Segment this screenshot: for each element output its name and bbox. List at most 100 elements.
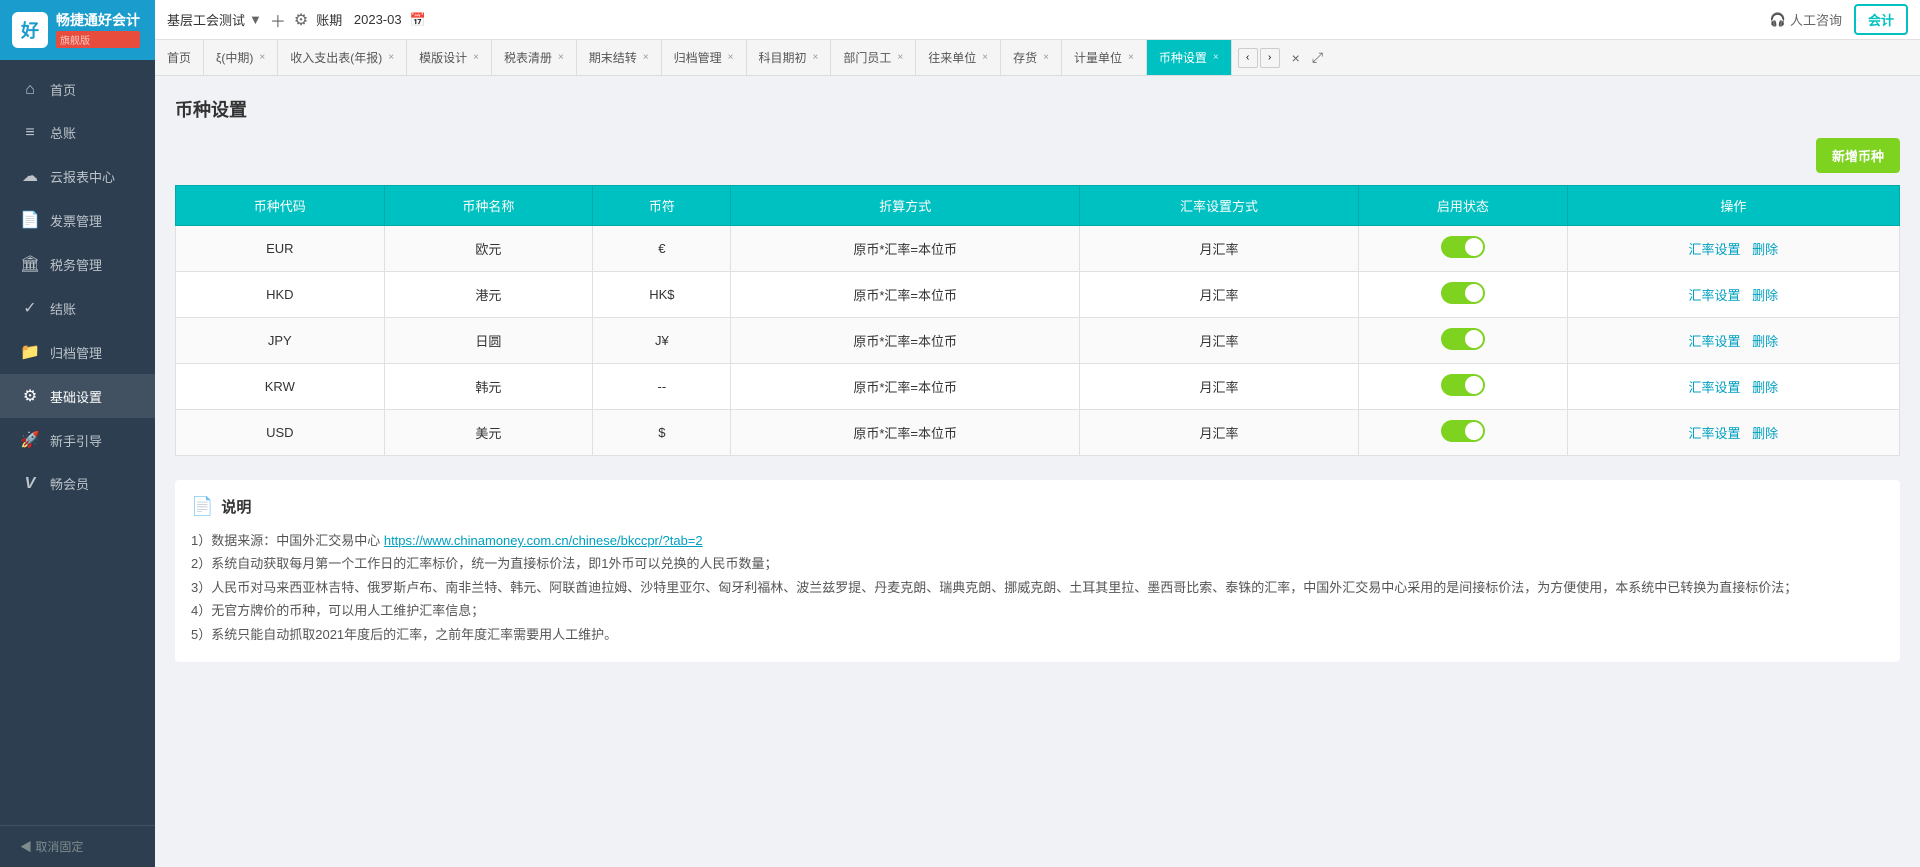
- add-currency-button[interactable]: 新增币种: [1816, 138, 1900, 173]
- tab-close-icon[interactable]: ×: [558, 52, 564, 63]
- cell-name: 美元: [384, 410, 593, 456]
- notes-item: 5）系统只能自动抓取2021年度后的汇率，之前年度汇率需要用人工维护。: [191, 623, 1884, 646]
- cell-code: USD: [176, 410, 385, 456]
- cell-actions: 汇率设置 删除: [1567, 410, 1899, 456]
- cell-rate-type: 月汇率: [1079, 272, 1358, 318]
- cell-method: 原币*汇率=本位币: [731, 318, 1080, 364]
- tab-label: 币种设置: [1159, 49, 1207, 66]
- col-header-status: 启用状态: [1359, 186, 1568, 226]
- workspace-dropdown-icon[interactable]: ▼: [249, 12, 262, 27]
- cell-actions: 汇率设置 删除: [1567, 318, 1899, 364]
- tab-label: 模版设计: [419, 49, 467, 66]
- sidebar-item-archive[interactable]: 📁 归档管理: [0, 330, 155, 374]
- tab-close-icon[interactable]: ×: [897, 52, 903, 63]
- workspace-settings-icon[interactable]: ⚙: [294, 10, 308, 30]
- cell-code: JPY: [176, 318, 385, 364]
- tab-close-icon[interactable]: ×: [473, 52, 479, 63]
- tab-unit[interactable]: 计量单位 ×: [1062, 40, 1147, 76]
- tab-close-icon[interactable]: ×: [728, 52, 734, 63]
- tab-period[interactable]: ξ(中期) ×: [204, 40, 278, 76]
- sidebar-item-home[interactable]: ⌂ 首页: [0, 68, 155, 111]
- cell-code: HKD: [176, 272, 385, 318]
- tab-close-icon[interactable]: ×: [259, 52, 265, 63]
- status-toggle[interactable]: [1441, 420, 1485, 442]
- cell-rate-type: 月汇率: [1079, 318, 1358, 364]
- status-toggle[interactable]: [1441, 282, 1485, 304]
- cell-method: 原币*汇率=本位币: [731, 410, 1080, 456]
- tab-dept[interactable]: 部门员工 ×: [831, 40, 916, 76]
- rate-setting-link[interactable]: 汇率设置: [1689, 426, 1741, 441]
- period-label: 账期: [316, 10, 342, 29]
- tab-close-icon[interactable]: ×: [982, 52, 988, 63]
- sidebar-item-label: 结账: [50, 299, 76, 318]
- period-value: 2023-03: [354, 12, 402, 27]
- rate-setting-link[interactable]: 汇率设置: [1689, 334, 1741, 349]
- sidebar-item-reports[interactable]: ☁ 云报表中心: [0, 154, 155, 198]
- sidebar-item-tax[interactable]: 🏛 税务管理: [0, 242, 155, 286]
- expand-button[interactable]: ⤢: [1306, 49, 1329, 66]
- period-calendar-icon[interactable]: 📅: [410, 12, 426, 28]
- tab-subjects[interactable]: 科目期初 ×: [747, 40, 832, 76]
- table-row: JPY 日圆 J¥ 原币*汇率=本位币 月汇率 汇率设置 删除: [176, 318, 1900, 364]
- tab-period-end[interactable]: 期末结转 ×: [577, 40, 662, 76]
- rate-setting-link[interactable]: 汇率设置: [1689, 380, 1741, 395]
- help-button[interactable]: 🎧 人工咨询: [1770, 10, 1842, 29]
- tab-label: 往来单位: [928, 49, 976, 66]
- tab-next-button[interactable]: ›: [1260, 48, 1280, 68]
- cell-name: 港元: [384, 272, 593, 318]
- status-toggle[interactable]: [1441, 236, 1485, 258]
- sidebar-footer-label: ◀ 取消固定: [20, 838, 83, 855]
- period-display: 账期 2023-03 📅: [316, 10, 426, 29]
- cell-name: 韩元: [384, 364, 593, 410]
- invoice-icon: 📄: [20, 210, 40, 230]
- tab-prev-button[interactable]: ‹: [1238, 48, 1258, 68]
- tab-template[interactable]: 模版设计 ×: [407, 40, 492, 76]
- sidebar-item-settle[interactable]: ✓ 结账: [0, 286, 155, 330]
- notes-title: 📄 说明: [191, 496, 1884, 517]
- tax-icon: 🏛: [20, 254, 40, 274]
- add-workspace-button[interactable]: ＋: [270, 8, 286, 32]
- tab-close-icon[interactable]: ×: [1043, 52, 1049, 63]
- ledger-icon: ≡: [20, 124, 40, 142]
- delete-link[interactable]: 删除: [1752, 334, 1778, 349]
- notes-item: 1）数据来源：中国外汇交易中心 https://www.chinamoney.c…: [191, 529, 1884, 552]
- tab-income[interactable]: 收入支出表(年报) ×: [278, 40, 407, 76]
- sidebar-item-settings[interactable]: ⚙ 基础设置: [0, 374, 155, 418]
- delete-link[interactable]: 删除: [1752, 380, 1778, 395]
- cell-actions: 汇率设置 删除: [1567, 272, 1899, 318]
- sidebar-item-guide[interactable]: 🚀 新手引导: [0, 418, 155, 462]
- rate-setting-link[interactable]: 汇率设置: [1689, 242, 1741, 257]
- tab-close-icon[interactable]: ×: [1213, 52, 1219, 63]
- tab-close-icon[interactable]: ×: [1128, 52, 1134, 63]
- page-title: 币种设置: [175, 96, 1900, 122]
- sidebar-item-invoice[interactable]: 📄 发票管理: [0, 198, 155, 242]
- delete-link[interactable]: 删除: [1752, 426, 1778, 441]
- tab-partners[interactable]: 往来单位 ×: [916, 40, 1001, 76]
- tab-archive[interactable]: 归档管理 ×: [662, 40, 747, 76]
- cell-symbol: --: [593, 364, 731, 410]
- sidebar-pin-toggle[interactable]: ◀ 取消固定: [0, 825, 155, 867]
- archive-icon: 📁: [20, 342, 40, 362]
- status-toggle[interactable]: [1441, 328, 1485, 350]
- cell-status: [1359, 272, 1568, 318]
- sidebar-item-ledger[interactable]: ≡ 总账: [0, 111, 155, 154]
- rate-setting-link[interactable]: 汇率设置: [1689, 288, 1741, 303]
- logo-sub: 旗舰版: [56, 31, 140, 48]
- cell-method: 原币*汇率=本位币: [731, 272, 1080, 318]
- close-all-tabs-button[interactable]: ×: [1286, 50, 1306, 66]
- sidebar-item-label: 税务管理: [50, 255, 102, 274]
- main-area: 基层工会测试 ▼ ＋ ⚙ 账期 2023-03 📅 🎧 人工咨询 会计 首页 ξ…: [155, 0, 1920, 867]
- sidebar-item-member[interactable]: V 畅会员: [0, 462, 155, 505]
- account-button[interactable]: 会计: [1854, 4, 1908, 35]
- tab-close-icon[interactable]: ×: [388, 52, 394, 63]
- tab-currency[interactable]: 币种设置 ×: [1147, 40, 1232, 76]
- notes-external-link[interactable]: https://www.chinamoney.com.cn/chinese/bk…: [384, 533, 703, 548]
- delete-link[interactable]: 删除: [1752, 242, 1778, 257]
- tab-tax[interactable]: 税表清册 ×: [492, 40, 577, 76]
- tab-close-icon[interactable]: ×: [813, 52, 819, 63]
- tab-inventory[interactable]: 存货 ×: [1001, 40, 1062, 76]
- tab-close-icon[interactable]: ×: [643, 52, 649, 63]
- delete-link[interactable]: 删除: [1752, 288, 1778, 303]
- status-toggle[interactable]: [1441, 374, 1485, 396]
- tab-home[interactable]: 首页: [155, 40, 204, 76]
